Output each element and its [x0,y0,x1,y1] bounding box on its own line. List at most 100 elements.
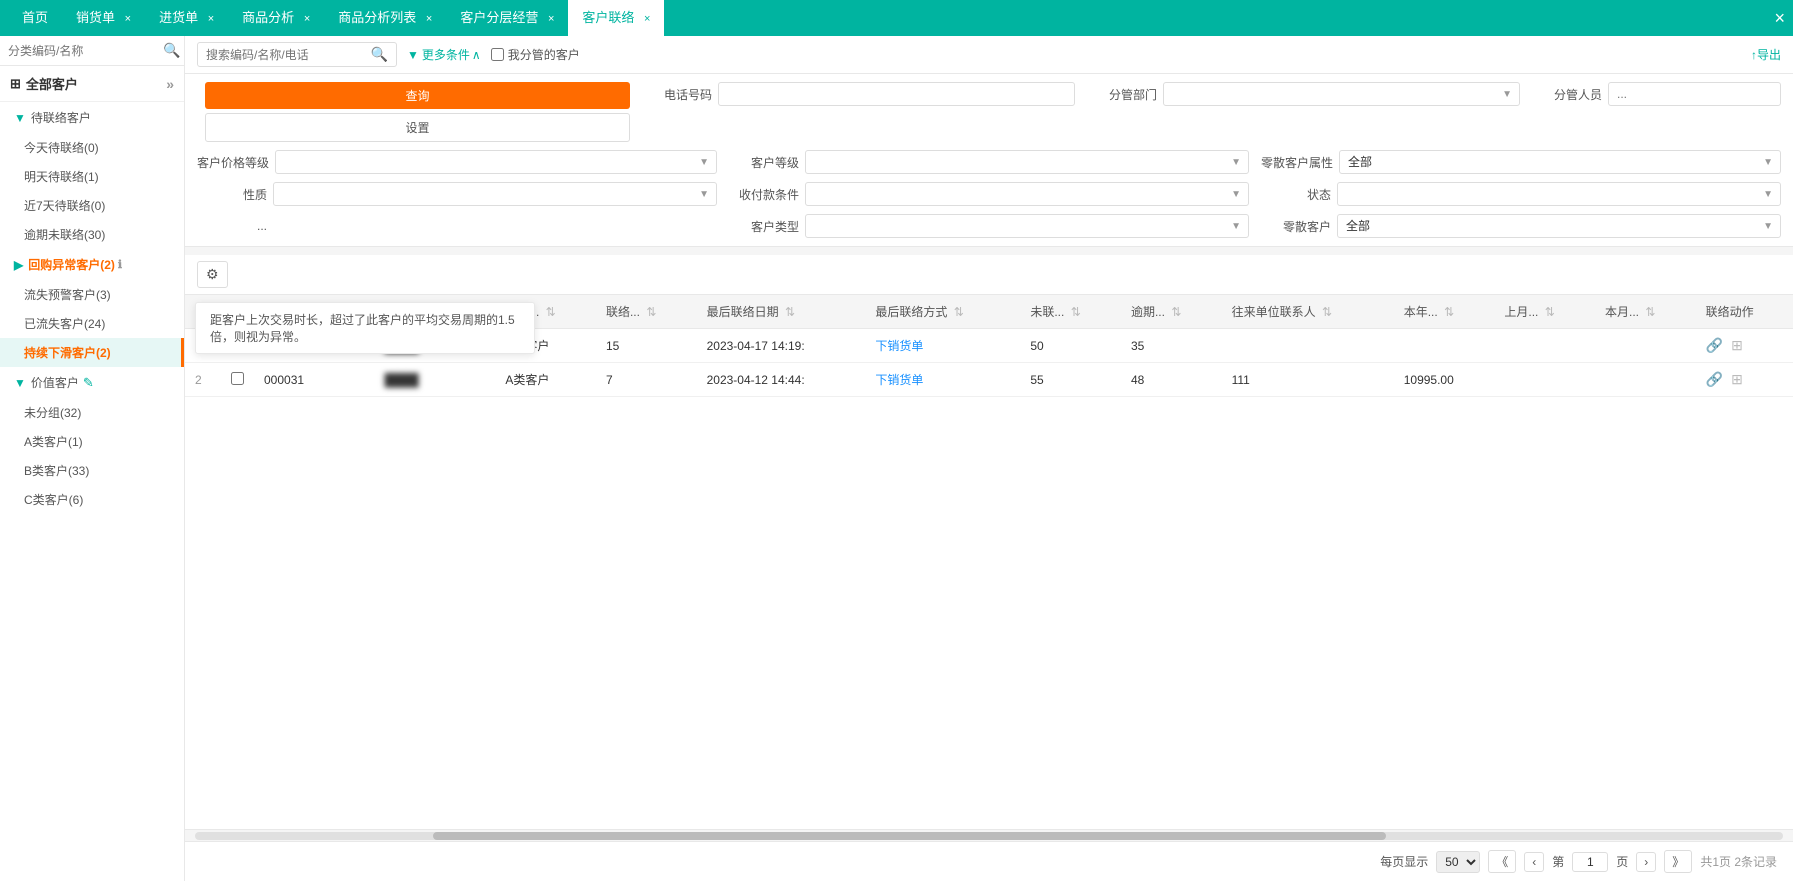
customer-level-select[interactable] [805,150,1249,174]
prev-page-btn[interactable]: ‹ [1524,852,1544,872]
misc-label: ... [197,219,267,233]
edit-icon[interactable]: ✎ [83,375,94,391]
search-icon[interactable]: 🔍 [371,46,388,63]
sidebar-item-declining[interactable]: 持续下滑客户(2) [0,338,184,367]
sidebar-search-icon[interactable]: 🔍 [163,42,180,59]
filter-icon: ▼ [407,48,419,62]
table-scrollbar[interactable] [185,829,1793,841]
next-page-btn[interactable]: › [1636,852,1656,872]
sidebar-item-c-class[interactable]: C类客户(6) [0,485,184,514]
row-last-method-2[interactable]: 下销货单 [865,363,1020,397]
th-uncontacted[interactable]: 未联... ⇅ [1020,295,1121,329]
sidebar-group-repurchase-title[interactable]: ▶ 回购异常客户(2) ℹ [0,249,184,280]
sidebar-item-b-class[interactable]: B类客户(33) [0,456,184,485]
nav-segmentation-close[interactable]: × [548,13,554,25]
nav-product-analysis-list[interactable]: 商品分析列表 × [324,0,446,36]
per-page-select[interactable]: 50 [1436,851,1480,873]
page-input[interactable] [1572,852,1608,872]
sidebar-item-tomorrow[interactable]: 明天待联络(1) [0,162,184,191]
manager-input[interactable] [1608,82,1781,106]
retail-customer-select[interactable]: 全部 [1337,214,1781,238]
row-action-2: 🔗 ⊞ [1696,363,1793,397]
nav-contact-close[interactable]: × [644,13,650,25]
sort-icon-type: ⇅ [546,305,556,319]
row-person-2: 111 [1222,363,1394,397]
info-icon[interactable]: ℹ [118,258,122,271]
th-contact-person[interactable]: 往来单位联系人 ⇅ [1222,295,1394,329]
nav-purchase-close[interactable]: × [208,13,214,25]
window-close-button[interactable]: × [1774,9,1785,27]
export-button[interactable]: ↑ 导出 [1751,46,1781,63]
sidebar-group-value-title[interactable]: ▼ 价值客户 ✎ [0,367,184,398]
grid-icon-1[interactable]: ⊞ [1731,337,1743,354]
th-contact[interactable]: 联络... ⇅ [596,295,697,329]
nav-purchase[interactable]: 进货单 × [145,0,228,36]
filter-grid: 电话号码 分管部门 ▼ 分管人员 查询 设置 [185,74,1793,247]
query-button[interactable]: 查询 [205,82,630,109]
nature-select[interactable] [273,182,717,206]
dept-select[interactable] [1163,82,1520,106]
search-box[interactable]: 🔍 [197,42,397,67]
sidebar-all-customers[interactable]: ⊞ 全部客户 » [0,66,184,102]
nav-product-list-close[interactable]: × [426,13,432,25]
row-last-method-1[interactable]: 下销货单 [865,329,1020,363]
nav-home[interactable]: 首页 [8,0,62,36]
last-method-link-2[interactable]: 下销货单 [875,373,923,387]
filter-row-1: 电话号码 分管部门 ▼ 分管人员 查询 设置 [197,82,1781,142]
grid-icon-2[interactable]: ⊞ [1731,371,1743,388]
main-layout: 🔍 ⊞ 全部客户 » ▼ 待联络客户 今天待联络(0) 明天待联络(1) 近7天… [0,36,1793,881]
sidebar-search-box[interactable]: 🔍 [0,36,184,66]
chevron-icon: ∧ [472,48,481,62]
search-input[interactable] [206,48,371,62]
last-page-btn[interactable]: 》 [1664,850,1692,873]
first-page-btn[interactable]: 《 [1488,850,1516,873]
retail-attr-select[interactable]: 全部 [1339,150,1781,174]
customer-type-select[interactable] [805,214,1249,238]
th-last-method[interactable]: 最后联络方式 ⇅ [865,295,1020,329]
nav-sales[interactable]: 销货单 × [62,0,145,36]
last-method-link-1[interactable]: 下销货单 [875,339,923,353]
sidebar-collapse-btn[interactable]: » [166,76,174,92]
price-level-select[interactable] [275,150,717,174]
nav-customer-segmentation[interactable]: 客户分层经营 × [446,0,568,36]
link-icon-1[interactable]: 🔗 [1706,337,1723,354]
sidebar-item-a-class[interactable]: A类客户(1) [0,427,184,456]
filter-more-btn[interactable]: ▼ 更多条件 ∧ [407,46,481,63]
sidebar-item-ungrouped[interactable]: 未分组(32) [0,398,184,427]
row-checkbox-2[interactable] [231,372,244,385]
sidebar-group-repurchase: ▶ 回购异常客户(2) ℹ 流失预警客户(3) 已流失客户(24) 持续下滑客户… [0,249,184,367]
sidebar-item-overdue[interactable]: 逾期未联络(30) [0,220,184,249]
nav-sales-close[interactable]: × [125,13,131,25]
filter-bar: 🔍 ▼ 更多条件 ∧ 我分管的客户 ↑ 导出 [185,36,1793,74]
scroll-thumb[interactable] [433,832,1386,840]
sidebar-item-lost[interactable]: 已流失客户(24) [0,309,184,338]
payment-select[interactable] [805,182,1249,206]
customer-level-label: 客户等级 [729,154,799,171]
row-check-2[interactable] [221,363,254,397]
filter-price-level: 客户价格等级 ▼ [197,150,717,174]
my-customer-check[interactable] [491,48,504,61]
my-customer-checkbox[interactable]: 我分管的客户 [491,46,580,63]
th-overdue[interactable]: 逾期... ⇅ [1121,295,1222,329]
nav-customer-contact[interactable]: 客户联络 × [568,0,664,36]
phone-input[interactable] [718,82,1075,106]
nav-product-analysis[interactable]: 商品分析 × [228,0,324,36]
sidebar-item-today[interactable]: 今天待联络(0) [0,133,184,162]
settings-button[interactable]: 设置 [205,113,630,142]
nav-product-analysis-close[interactable]: × [304,13,310,25]
link-icon-2[interactable]: 🔗 [1706,371,1723,388]
gear-button[interactable]: ⚙ [197,261,228,288]
th-this-month[interactable]: 本月... ⇅ [1595,295,1696,329]
arrow-icon: ▼ [14,111,26,125]
sidebar-group-pending-title[interactable]: ▼ 待联络客户 [0,102,184,133]
payment-label: 收付款条件 [729,186,799,203]
th-last-date[interactable]: 最后联络日期 ⇅ [697,295,866,329]
status-select[interactable] [1337,182,1781,206]
filter-phone: 电话号码 [642,82,1075,106]
table-container[interactable]: 客户编码 ⇅ 客户名称 ⇅ 客户... ⇅ [185,295,1793,829]
sidebar-item-loss-warning[interactable]: 流失预警客户(3) [0,280,184,309]
th-last-month[interactable]: 上月... ⇅ [1494,295,1595,329]
th-this-year[interactable]: 本年... ⇅ [1394,295,1495,329]
sidebar-item-7days[interactable]: 近7天待联络(0) [0,191,184,220]
sidebar-search-input[interactable] [8,44,163,58]
